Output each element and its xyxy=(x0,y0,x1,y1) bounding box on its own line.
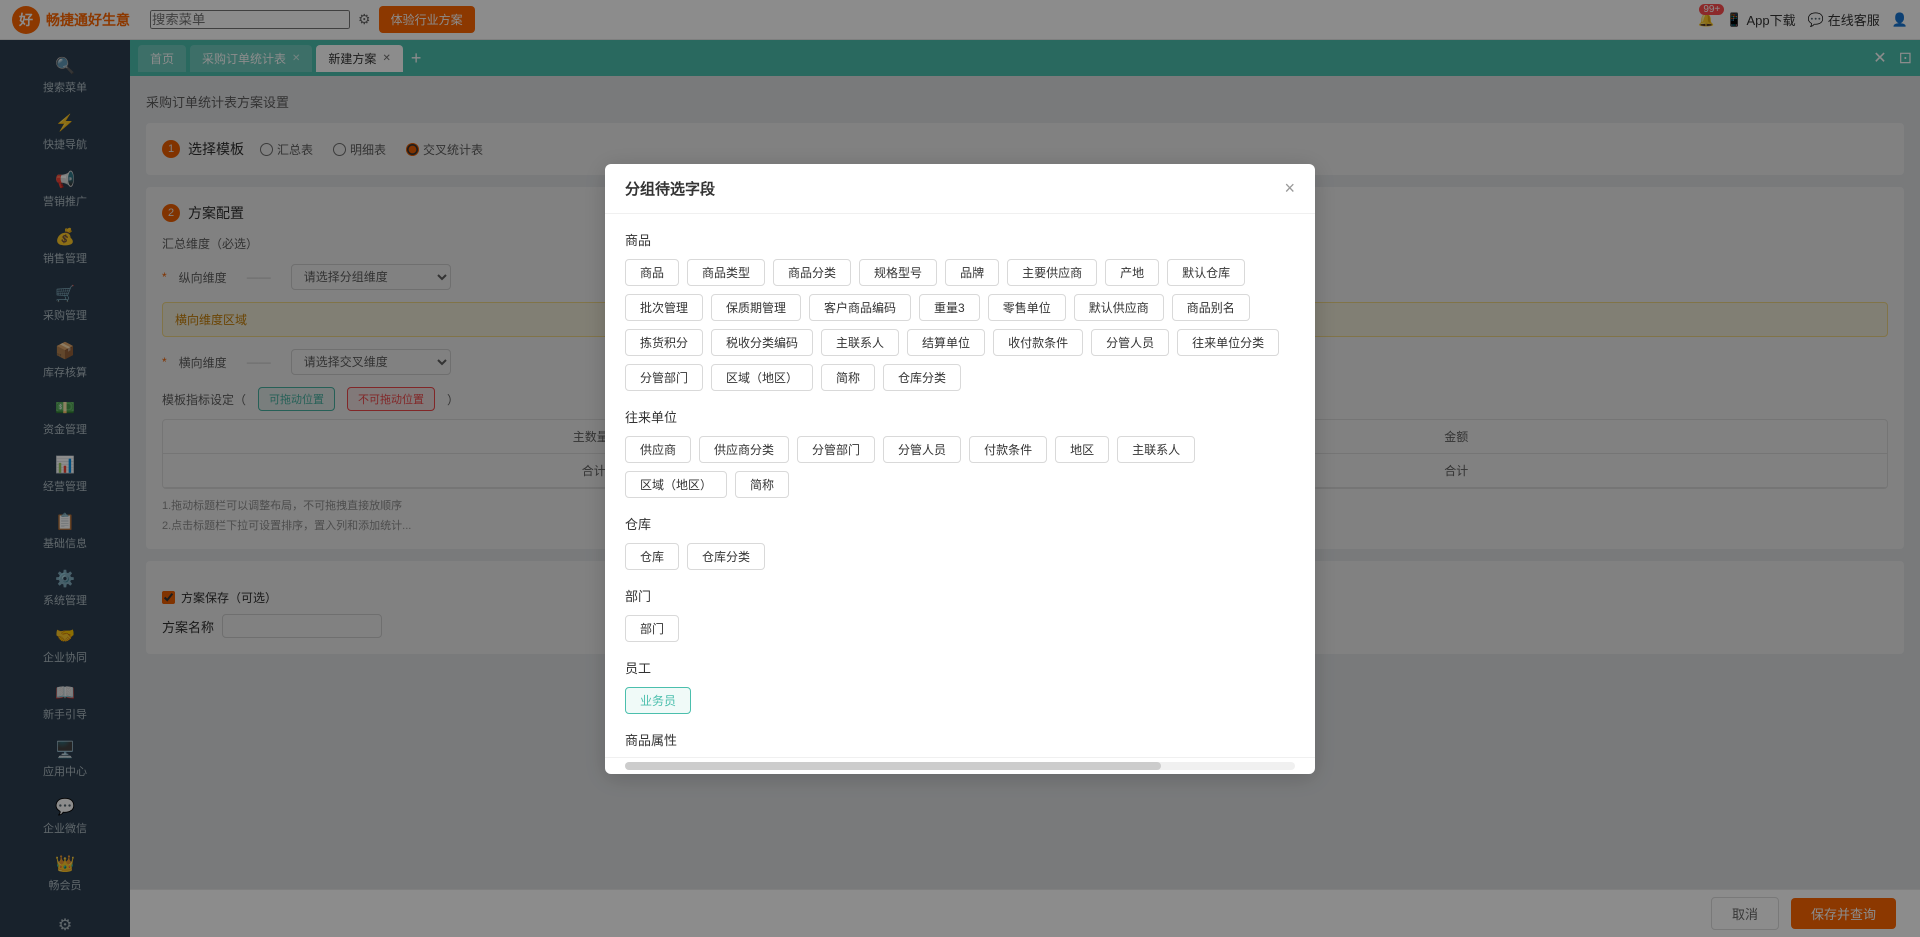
tag-tax-code[interactable]: 税收分类编码 xyxy=(711,329,813,356)
tag-batch-mgmt[interactable]: 批次管理 xyxy=(625,294,703,321)
tag-pick-score[interactable]: 拣货积分 xyxy=(625,329,703,356)
tag-origin[interactable]: 产地 xyxy=(1105,259,1159,286)
tag-partner-area[interactable]: 区域（地区） xyxy=(625,471,727,498)
tag-supplier[interactable]: 供应商 xyxy=(625,436,691,463)
tag-spec-model[interactable]: 规格型号 xyxy=(859,259,937,286)
tag-partner-abbr[interactable]: 简称 xyxy=(735,471,789,498)
section-warehouse-title: 仓库 xyxy=(625,514,1295,533)
modal-overlay: 分组待选字段 × 商品 商品 商品类型 商品分类 规格型号 品牌 主要供应商 产… xyxy=(0,0,1920,937)
tag-settlement-unit[interactable]: 结算单位 xyxy=(907,329,985,356)
tag-manager[interactable]: 分管人员 xyxy=(1091,329,1169,356)
tag-brand[interactable]: 品牌 xyxy=(945,259,999,286)
section-department: 部门 部门 xyxy=(625,586,1295,642)
modal: 分组待选字段 × 商品 商品 商品类型 商品分类 规格型号 品牌 主要供应商 产… xyxy=(605,164,1315,774)
modal-body: 商品 商品 商品类型 商品分类 规格型号 品牌 主要供应商 产地 默认仓库 批次… xyxy=(605,214,1315,757)
section-partner-title: 往来单位 xyxy=(625,407,1295,426)
tag-partner-contact[interactable]: 主联系人 xyxy=(1117,436,1195,463)
section-attributes: 商品属性 属性 颜色 多规格 尺码 鞋码 1 xyxy=(625,730,1295,757)
tag-partner-region[interactable]: 地区 xyxy=(1055,436,1109,463)
section-department-title: 部门 xyxy=(625,586,1295,605)
tag-retail-unit[interactable]: 零售单位 xyxy=(988,294,1066,321)
partner-field-tags: 供应商 供应商分类 分管部门 分管人员 付款条件 地区 主联系人 区域（地区） … xyxy=(625,436,1295,498)
tag-payment-terms[interactable]: 收付款条件 xyxy=(993,329,1083,356)
tag-main-contact[interactable]: 主联系人 xyxy=(821,329,899,356)
tag-goods-category[interactable]: 商品分类 xyxy=(773,259,851,286)
tag-default-supplier[interactable]: 默认供应商 xyxy=(1074,294,1164,321)
tag-goods[interactable]: 商品 xyxy=(625,259,679,286)
tag-weight3[interactable]: 重量3 xyxy=(919,294,980,321)
tag-warehouse-category[interactable]: 仓库分类 xyxy=(883,364,961,391)
modal-header: 分组待选字段 × xyxy=(605,164,1315,214)
department-field-tags: 部门 xyxy=(625,615,1295,642)
section-employee: 员工 业务员 xyxy=(625,658,1295,714)
section-goods: 商品 商品 商品类型 商品分类 规格型号 品牌 主要供应商 产地 默认仓库 批次… xyxy=(625,230,1295,391)
modal-close-icon[interactable]: × xyxy=(1284,178,1295,199)
tag-goods-type[interactable]: 商品类型 xyxy=(687,259,765,286)
section-partner: 往来单位 供应商 供应商分类 分管部门 分管人员 付款条件 地区 主联系人 区域… xyxy=(625,407,1295,498)
tag-goods-alias[interactable]: 商品别名 xyxy=(1172,294,1250,321)
h-scrollbar-thumb[interactable] xyxy=(625,762,1161,770)
tag-partner-category[interactable]: 往来单位分类 xyxy=(1177,329,1279,356)
tag-abbreviation[interactable]: 简称 xyxy=(821,364,875,391)
section-goods-title: 商品 xyxy=(625,230,1295,249)
tag-region-area[interactable]: 区域（地区） xyxy=(711,364,813,391)
warehouse-field-tags: 仓库 仓库分类 xyxy=(625,543,1295,570)
tag-default-warehouse[interactable]: 默认仓库 xyxy=(1167,259,1245,286)
goods-field-tags: 商品 商品类型 商品分类 规格型号 品牌 主要供应商 产地 默认仓库 批次管理 … xyxy=(625,259,1295,391)
tag-shelf-life[interactable]: 保质期管理 xyxy=(711,294,801,321)
tag-dept[interactable]: 分管部门 xyxy=(625,364,703,391)
tag-warehouse-cat[interactable]: 仓库分类 xyxy=(687,543,765,570)
tag-partner-payment[interactable]: 付款条件 xyxy=(969,436,1047,463)
section-attributes-title: 商品属性 xyxy=(625,730,1295,749)
modal-scrollbar xyxy=(605,757,1315,774)
tag-warehouse[interactable]: 仓库 xyxy=(625,543,679,570)
tag-department[interactable]: 部门 xyxy=(625,615,679,642)
tag-salesperson[interactable]: 业务员 xyxy=(625,687,691,714)
employee-field-tags: 业务员 xyxy=(625,687,1295,714)
modal-title: 分组待选字段 xyxy=(625,178,715,199)
section-employee-title: 员工 xyxy=(625,658,1295,677)
tag-main-supplier[interactable]: 主要供应商 xyxy=(1007,259,1097,286)
tag-supplier-category[interactable]: 供应商分类 xyxy=(699,436,789,463)
section-warehouse: 仓库 仓库 仓库分类 xyxy=(625,514,1295,570)
tag-partner-manager[interactable]: 分管人员 xyxy=(883,436,961,463)
tag-customer-code[interactable]: 客户商品编码 xyxy=(809,294,911,321)
h-scrollbar-track[interactable] xyxy=(625,762,1295,770)
tag-partner-dept[interactable]: 分管部门 xyxy=(797,436,875,463)
